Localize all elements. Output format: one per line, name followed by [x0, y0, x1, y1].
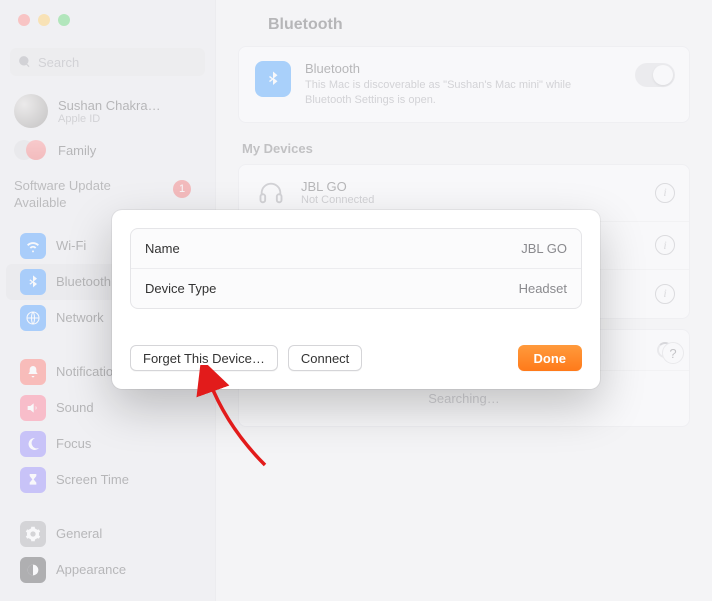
field-label: Name [145, 241, 180, 256]
forget-device-button[interactable]: Forget This Device… [130, 345, 278, 371]
field-label: Device Type [145, 281, 216, 296]
field-value: JBL GO [521, 241, 567, 256]
modal-fields: Name JBL GO Device Type Headset [130, 228, 582, 309]
field-value: Headset [519, 281, 567, 296]
connect-button[interactable]: Connect [288, 345, 362, 371]
done-button[interactable]: Done [518, 345, 583, 371]
modal-buttons: Forget This Device… Connect Done [130, 345, 582, 371]
device-details-modal: Name JBL GO Device Type Headset Forget T… [112, 210, 600, 389]
modal-row-device-type[interactable]: Device Type Headset [131, 268, 581, 308]
modal-row-name[interactable]: Name JBL GO [131, 229, 581, 268]
